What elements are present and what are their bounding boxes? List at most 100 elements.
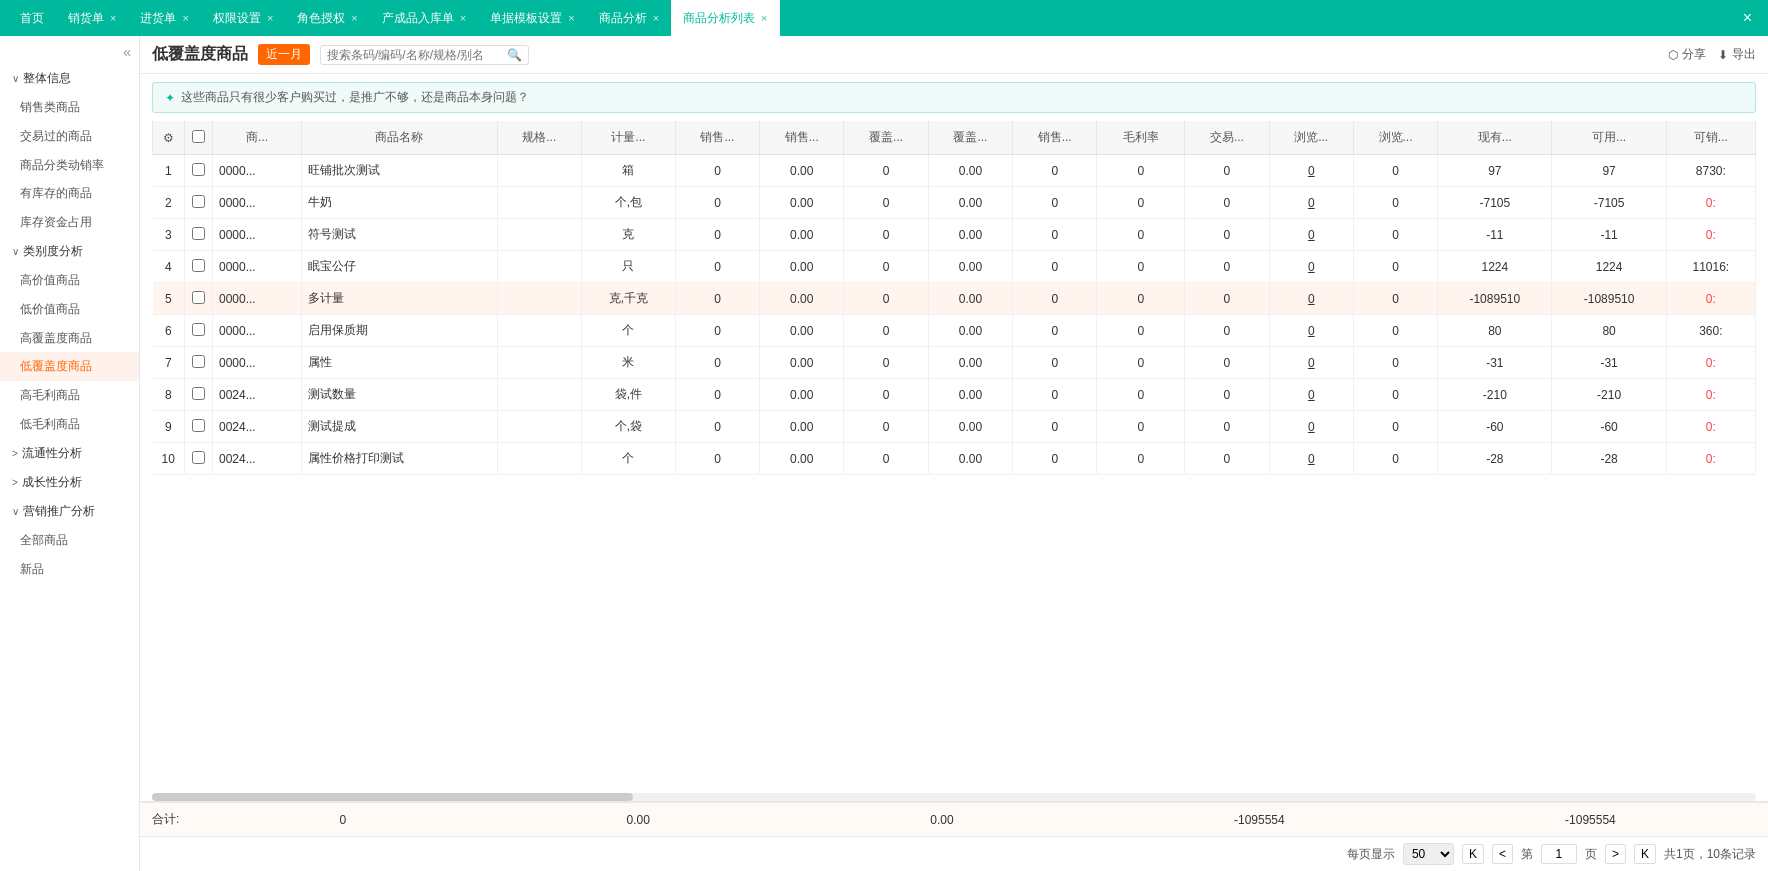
total-sales-qty: 0 (340, 813, 347, 827)
prev-page-button[interactable]: < (1492, 844, 1513, 864)
cell-checkbox[interactable] (185, 187, 213, 219)
table-row: 4 0000... 眠宝公仔 只 0 0.00 0 0.00 0 0 0 0 0… (153, 251, 1756, 283)
cell-checkbox[interactable] (185, 443, 213, 475)
col-settings[interactable]: ⚙ (153, 121, 185, 155)
close-icon[interactable]: × (460, 12, 466, 24)
sidebar-item-in-stock[interactable]: 有库存的商品 (0, 179, 139, 208)
col-name: 商品名称 (302, 121, 497, 155)
sidebar-group-flow[interactable]: > 流通性分析 (0, 439, 139, 468)
sidebar-item-high-coverage[interactable]: 高覆盖度商品 (0, 324, 139, 353)
cell-view1[interactable]: 0 (1269, 283, 1353, 315)
sidebar-group-overview[interactable]: ∨ 整体信息 (0, 64, 139, 93)
cell-trade: 0 (1185, 187, 1269, 219)
next-page-button[interactable]: > (1605, 844, 1626, 864)
cell-spec (497, 283, 581, 315)
cell-view1[interactable]: 0 (1269, 219, 1353, 251)
table-header-row: ⚙ 商... 商品名称 规格... 计量... 销售... 销售... 覆盖..… (153, 121, 1756, 155)
sidebar-item-low-value[interactable]: 低价值商品 (0, 295, 139, 324)
sidebar-item-low-coverage[interactable]: 低覆盖度商品 (0, 352, 139, 381)
cell-checkbox[interactable] (185, 379, 213, 411)
cell-view1[interactable]: 0 (1269, 443, 1353, 475)
row-checkbox[interactable] (192, 323, 205, 336)
sidebar-item-low-margin[interactable]: 低毛利商品 (0, 410, 139, 439)
close-icon[interactable]: × (182, 12, 188, 24)
nav-tab-permissions[interactable]: 权限设置 × (201, 0, 285, 36)
cell-checkbox[interactable] (185, 315, 213, 347)
nav-tab-analysis-list[interactable]: 商品分析列表 × (671, 0, 779, 36)
cell-checkbox[interactable] (185, 411, 213, 443)
col-sales-amt: 销售... (760, 121, 844, 155)
cell-cover2: 0.00 (928, 155, 1012, 187)
nav-tab-home[interactable]: 首页 (8, 0, 56, 36)
close-icon[interactable]: × (761, 12, 767, 24)
row-checkbox[interactable] (192, 419, 205, 432)
sidebar-item-all-goods[interactable]: 全部商品 (0, 526, 139, 555)
first-page-button[interactable]: K (1462, 844, 1484, 864)
cell-sales-qty: 0 (675, 251, 759, 283)
row-checkbox[interactable] (192, 451, 205, 464)
search-icon[interactable]: 🔍 (507, 48, 522, 62)
sidebar-item-sales-goods[interactable]: 销售类商品 (0, 93, 139, 122)
sidebar-item-high-value[interactable]: 高价值商品 (0, 266, 139, 295)
cell-margin: 0 (1097, 283, 1185, 315)
nav-tab-analysis[interactable]: 商品分析 × (587, 0, 671, 36)
sidebar-item-category-rate[interactable]: 商品分类动销率 (0, 151, 139, 180)
search-input[interactable] (327, 48, 507, 62)
close-icon[interactable]: × (653, 12, 659, 24)
page-number-input[interactable] (1541, 844, 1577, 864)
horizontal-scrollbar[interactable] (152, 793, 1756, 801)
sidebar-item-new-goods[interactable]: 新品 (0, 555, 139, 584)
sidebar-group-growth[interactable]: > 成长性分析 (0, 468, 139, 497)
select-all-checkbox[interactable] (192, 130, 205, 143)
sidebar-item-high-margin[interactable]: 高毛利商品 (0, 381, 139, 410)
share-icon: ⬡ (1668, 48, 1678, 62)
cell-view1[interactable]: 0 (1269, 347, 1353, 379)
cell-checkbox[interactable] (185, 155, 213, 187)
nav-tab-template[interactable]: 单据模板设置 × (478, 0, 586, 36)
close-icon[interactable]: × (110, 12, 116, 24)
close-icon[interactable]: × (351, 12, 357, 24)
cell-margin: 0 (1097, 155, 1185, 187)
cell-checkbox[interactable] (185, 347, 213, 379)
cell-sellable: 0: (1666, 283, 1755, 315)
sidebar-item-stock-capital[interactable]: 库存资金占用 (0, 208, 139, 237)
row-checkbox[interactable] (192, 291, 205, 304)
nav-tab-produce[interactable]: 产成品入库单 × (370, 0, 478, 36)
page-size-select[interactable]: 50 20 100 (1403, 843, 1454, 865)
row-checkbox[interactable] (192, 355, 205, 368)
sidebar-group-category[interactable]: ∨ 类别度分析 (0, 237, 139, 266)
close-icon[interactable]: × (568, 12, 574, 24)
cell-view1[interactable]: 0 (1269, 379, 1353, 411)
window-close-button[interactable]: × (1735, 9, 1760, 27)
last-page-button[interactable]: K (1634, 844, 1656, 864)
row-checkbox[interactable] (192, 195, 205, 208)
sidebar-group-marketing[interactable]: ∨ 营销推广分析 (0, 497, 139, 526)
cell-view1[interactable]: 0 (1269, 187, 1353, 219)
cell-view1[interactable]: 0 (1269, 315, 1353, 347)
cell-checkbox[interactable] (185, 219, 213, 251)
sidebar-item-traded-goods[interactable]: 交易过的商品 (0, 122, 139, 151)
period-button[interactable]: 近一月 (258, 44, 310, 65)
share-button[interactable]: ⬡ 分享 (1668, 46, 1706, 63)
nav-tab-sales[interactable]: 销货单 × (56, 0, 128, 36)
row-checkbox[interactable] (192, 163, 205, 176)
export-button[interactable]: ⬇ 导出 (1718, 46, 1756, 63)
col-view2: 浏览... (1353, 121, 1437, 155)
close-icon[interactable]: × (267, 12, 273, 24)
col-code: 商... (213, 121, 302, 155)
row-checkbox[interactable] (192, 387, 205, 400)
cell-cover1: 0 (844, 187, 928, 219)
row-checkbox[interactable] (192, 259, 205, 272)
cell-view1[interactable]: 0 (1269, 411, 1353, 443)
cell-checkbox[interactable] (185, 251, 213, 283)
cell-view1[interactable]: 0 (1269, 251, 1353, 283)
cell-trade: 0 (1185, 283, 1269, 315)
cell-view1[interactable]: 0 (1269, 155, 1353, 187)
nav-tab-purchase[interactable]: 进货单 × (128, 0, 200, 36)
cell-code: 0000... (213, 155, 302, 187)
nav-tab-roles[interactable]: 角色授权 × (285, 0, 369, 36)
total-current: -1095554 (1234, 813, 1285, 827)
sidebar-collapse-btn[interactable]: « (0, 40, 139, 64)
cell-checkbox[interactable] (185, 283, 213, 315)
row-checkbox[interactable] (192, 227, 205, 240)
